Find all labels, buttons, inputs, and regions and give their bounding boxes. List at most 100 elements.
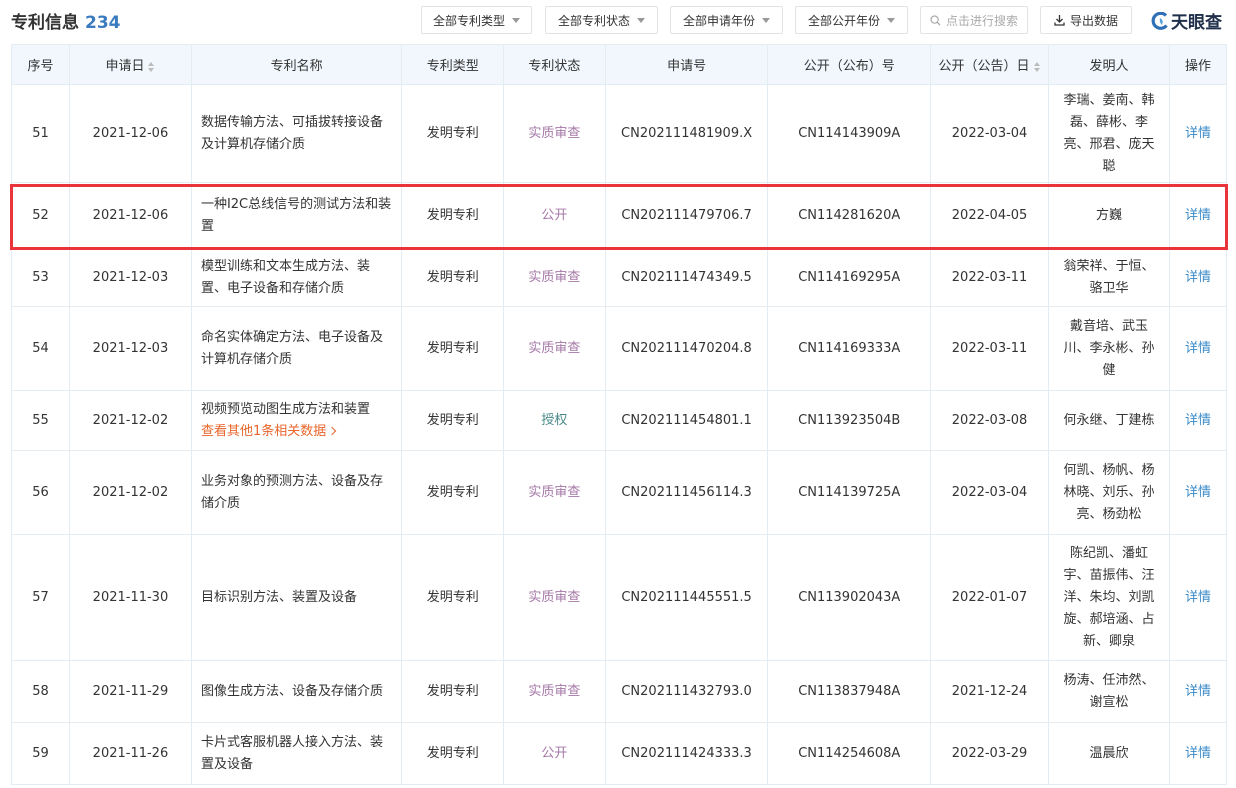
cell-patent-type: 发明专利 — [401, 390, 505, 451]
patent-name[interactable]: 图像生成方法、设备及存储介质 — [201, 684, 383, 699]
detail-link[interactable]: 详情 — [1185, 590, 1211, 605]
cell-index: 54 — [11, 306, 70, 391]
column-label: 专利状态 — [528, 59, 581, 74]
sort-icon[interactable] — [1033, 61, 1041, 72]
cell-action: 详情 — [1169, 84, 1227, 183]
detail-link[interactable]: 详情 — [1185, 341, 1211, 356]
chevron-right-icon — [327, 426, 337, 435]
cell-patent-status: 实质审查 — [503, 248, 606, 307]
patent-name[interactable]: 命名实体确定方法、电子设备及计算机存储介质 — [201, 330, 383, 367]
cell-pub-no: CN114169333A — [767, 306, 932, 391]
cell-inventors: 温晨欣 — [1048, 722, 1171, 785]
cell-action: 详情 — [1169, 306, 1227, 391]
cell-pub-no: CN114281620A — [767, 182, 932, 249]
cell-index: 55 — [11, 390, 70, 451]
table-header-row: 序号 申请日 专利名称 专利类型 专利状态 申请号 公开（公布）号 公开（公告）… — [11, 44, 1227, 85]
patent-status-filter-label: 全部专利状态 — [557, 13, 630, 28]
detail-link[interactable]: 详情 — [1185, 208, 1211, 223]
toolbar: 专利信息 234 全部专利类型 全部专利状态 全部申请年份 全部公开年份 点击进行… — [0, 0, 1236, 40]
cell-index: 52 — [11, 182, 70, 249]
patent-name[interactable]: 卡片式客服机器人接入方法、装置及设备 — [201, 735, 383, 772]
cell-apply-no: CN202111432793.0 — [604, 660, 769, 723]
cell-index: 53 — [11, 248, 70, 307]
caret-down-icon — [637, 17, 645, 23]
sort-icon[interactable] — [148, 61, 155, 72]
patent-name[interactable]: 模型训练和文本生成方法、装置、电子设备和存储介质 — [201, 259, 370, 296]
cell-index: 58 — [11, 660, 70, 723]
cell-action: 详情 — [1169, 248, 1227, 307]
cell-inventors: 戴音培、武玉川、李永彬、孙健 — [1048, 306, 1171, 391]
table-row: 54 2021-12-03 命名实体确定方法、电子设备及计算机存储介质 发明专利 实质审… — [11, 306, 1227, 391]
detail-link[interactable]: 详情 — [1185, 270, 1211, 285]
cell-patent-status: 实质审查 — [503, 306, 606, 391]
cell-apply-no: CN202111470204.8 — [604, 306, 769, 391]
publish-year-filter[interactable]: 全部公开年份 — [795, 6, 908, 34]
cell-action: 详情 — [1169, 182, 1227, 249]
related-data-link[interactable]: 查看其他1条相关数据 — [201, 421, 395, 443]
patent-name[interactable]: 目标识别方法、装置及设备 — [201, 590, 357, 605]
column-header-patent-name: 专利名称 — [190, 44, 403, 85]
detail-link[interactable]: 详情 — [1185, 126, 1211, 141]
caret-down-icon — [512, 17, 520, 23]
detail-link[interactable]: 详情 — [1185, 485, 1211, 500]
caret-down-icon — [887, 17, 895, 23]
cell-patent-name: 一种I2C总线信号的测试方法和装置 — [190, 182, 403, 249]
cell-apply-no: CN202111481909.X — [604, 84, 769, 183]
column-label: 公开（公告）日 — [938, 59, 1030, 74]
patent-status-filter[interactable]: 全部专利状态 — [545, 6, 658, 34]
cell-patent-status: 实质审查 — [503, 84, 606, 183]
table-row: 55 2021-12-02 视频预览动图生成方法和装置 查看其他1条相关数据 发明专利授… — [11, 390, 1227, 451]
patent-name[interactable]: 视频预览动图生成方法和装置 — [201, 402, 370, 417]
cell-patent-name: 数据传输方法、可插拔转接设备及计算机存储介质 — [190, 84, 403, 183]
column-header-action: 操作 — [1169, 44, 1227, 85]
table-row: 59 2021-11-26 卡片式客服机器人接入方法、装置及设备 发明专利 公开 CN20… — [11, 722, 1227, 785]
cell-apply-date: 2021-12-06 — [68, 84, 192, 183]
column-header-pub-date[interactable]: 公开（公告）日 — [930, 44, 1050, 85]
patent-name[interactable]: 业务对象的预测方法、设备及存储介质 — [201, 474, 383, 511]
cell-patent-name: 视频预览动图生成方法和装置查看其他1条相关数据 — [190, 390, 403, 451]
patent-table: 序号 申请日 专利名称 专利类型 专利状态 申请号 公开（公布）号 公开（公告）… — [11, 44, 1227, 785]
detail-link[interactable]: 详情 — [1185, 684, 1211, 699]
cell-apply-no: CN202111424333.3 — [604, 722, 769, 785]
detail-link[interactable]: 详情 — [1185, 413, 1211, 428]
cell-inventors: 何凯、杨帆、杨林晓、刘乐、孙亮、杨劲松 — [1048, 450, 1171, 535]
column-header-apply-date[interactable]: 申请日 — [68, 44, 192, 85]
column-header-inventors: 发明人 — [1048, 44, 1171, 85]
cell-apply-no: CN202111474349.5 — [604, 248, 769, 307]
cell-inventors: 李瑞、姜南、韩磊、薛彬、李亮、邢君、庞天聪 — [1048, 84, 1171, 183]
column-label: 专利名称 — [270, 59, 323, 74]
cell-patent-name: 卡片式客服机器人接入方法、装置及设备 — [190, 722, 403, 785]
detail-link[interactable]: 详情 — [1185, 746, 1211, 761]
patent-name[interactable]: 数据传输方法、可插拔转接设备及计算机存储介质 — [201, 115, 383, 152]
patent-type-filter[interactable]: 全部专利类型 — [421, 6, 532, 34]
cell-patent-status: 公开 — [503, 722, 606, 785]
cell-patent-type: 发明专利 — [401, 182, 505, 249]
patent-name[interactable]: 一种I2C总线信号的测试方法和装置 — [201, 197, 391, 234]
cell-patent-name: 模型训练和文本生成方法、装置、电子设备和存储介质 — [190, 248, 403, 307]
table-row: 58 2021-11-29 图像生成方法、设备及存储介质 发明专利 实质审查 CN2021… — [11, 660, 1227, 723]
cell-pub-date: 2022-03-04 — [930, 450, 1050, 535]
apply-year-filter[interactable]: 全部申请年份 — [670, 6, 783, 34]
cell-patent-type: 发明专利 — [401, 248, 505, 307]
cell-patent-name: 图像生成方法、设备及存储介质 — [190, 660, 403, 723]
cell-pub-no: CN114143909A — [767, 84, 932, 183]
cell-apply-date: 2021-11-29 — [68, 660, 192, 723]
cell-inventors: 方巍 — [1048, 182, 1171, 249]
patent-type-filter-label: 全部专利类型 — [432, 13, 505, 28]
column-label: 序号 — [27, 59, 54, 74]
cell-apply-no: CN202111479706.7 — [604, 182, 769, 249]
apply-year-filter-label: 全部申请年份 — [682, 13, 755, 28]
tianyancha-logo[interactable]: 天眼查 — [1151, 8, 1222, 33]
export-data-button[interactable]: 导出数据 — [1040, 6, 1132, 34]
cell-pub-no: CN113837948A — [767, 660, 932, 723]
cell-patent-type: 发明专利 — [401, 450, 505, 535]
table-row: 53 2021-12-03 模型训练和文本生成方法、装置、电子设备和存储介质 发明专利… — [11, 248, 1227, 307]
search-input[interactable]: 点击进行搜索 — [920, 6, 1028, 34]
cell-apply-date: 2021-12-03 — [68, 248, 192, 307]
publish-year-filter-label: 全部公开年份 — [807, 13, 880, 28]
cell-pub-date: 2022-04-05 — [930, 182, 1050, 249]
cell-index: 57 — [11, 534, 70, 661]
cell-index: 51 — [11, 84, 70, 183]
cell-patent-type: 发明专利 — [401, 306, 505, 391]
cell-apply-date: 2021-11-26 — [68, 722, 192, 785]
